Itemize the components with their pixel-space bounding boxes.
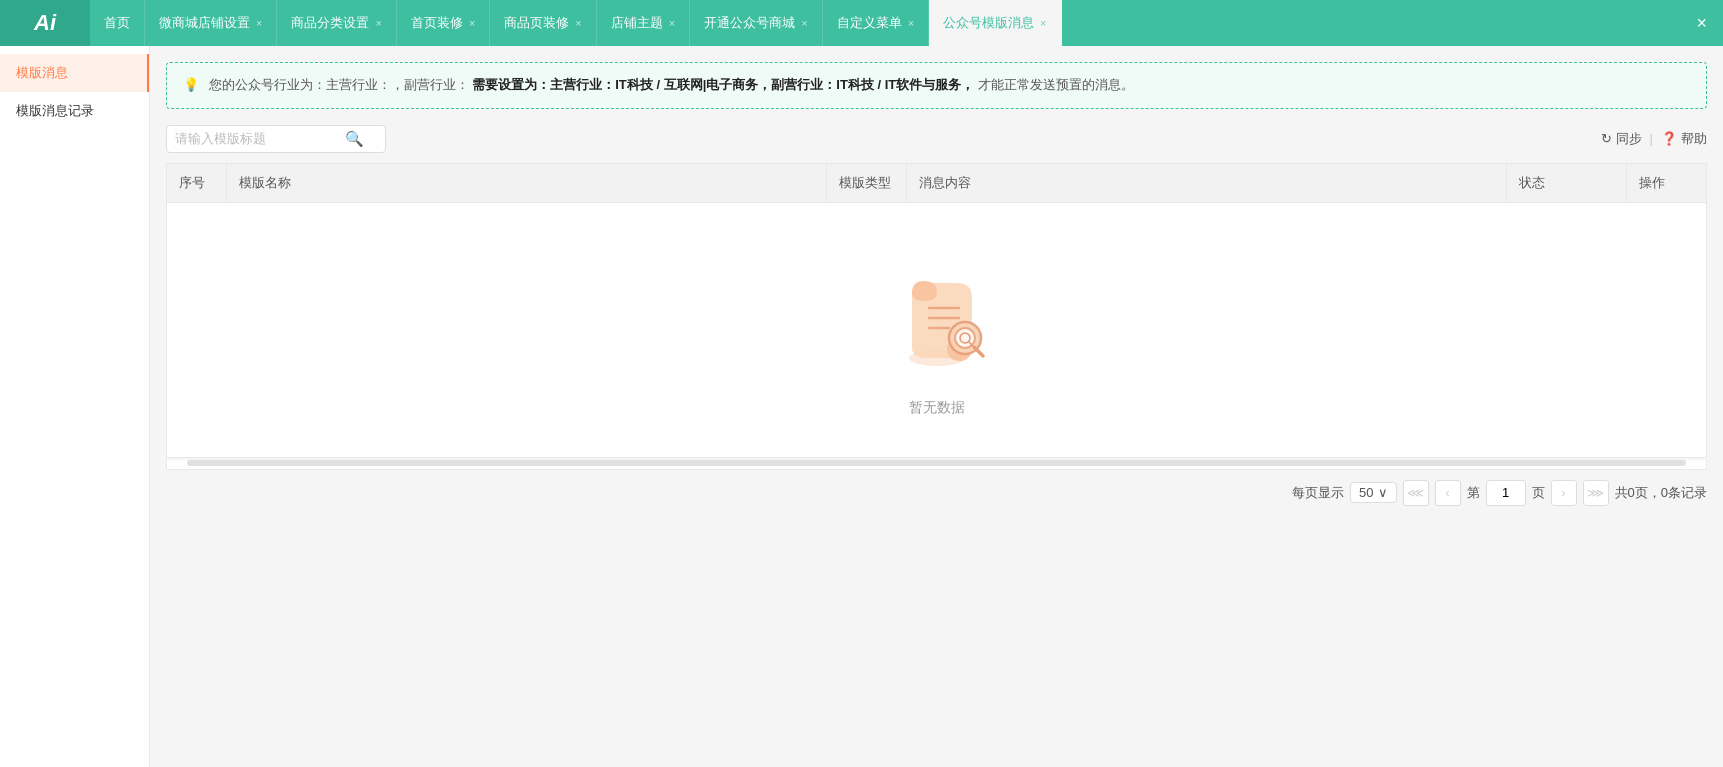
nav-tab-label: 商品页装修 [504, 14, 569, 32]
table-header-content: 消息内容 [907, 163, 1507, 202]
search-input[interactable] [175, 131, 345, 146]
nav-tab-store-settings[interactable]: 微商城店铺设置 × [145, 0, 277, 46]
close-all-button[interactable]: × [1680, 0, 1723, 46]
app-logo: Ai [0, 0, 90, 46]
info-highlight: 需要设置为：主营行业：IT科技 / 互联网|电子商务，副营行业：IT科技 / I… [472, 77, 974, 92]
nav-tab-label: 开通公众号商城 [704, 14, 795, 32]
page-size-select[interactable]: 50 ∨ [1350, 482, 1396, 503]
page-unit-label: 页 [1532, 484, 1545, 502]
empty-state: 暂无数据 [167, 203, 1706, 457]
empty-illustration [877, 263, 997, 383]
page-size-label: 每页显示 [1292, 484, 1344, 502]
page-size-value: 50 [1359, 485, 1373, 500]
nav-tab-label: 首页 [104, 14, 130, 32]
page-number-input[interactable] [1486, 480, 1526, 506]
sidebar-item-template-message[interactable]: 模版消息 [0, 54, 149, 92]
nav-tab-product-decoration[interactable]: 商品页装修 × [490, 0, 596, 46]
nav-tab-open-mall[interactable]: 开通公众号商城 × [690, 0, 822, 46]
nav-tab-close[interactable]: × [256, 17, 262, 29]
empty-row: 暂无数据 [167, 202, 1707, 457]
sidebar-item-template-message-log[interactable]: 模版消息记录 [0, 92, 149, 130]
chevron-down-icon: ∨ [1378, 485, 1388, 500]
table-header-status: 状态 [1507, 163, 1627, 202]
search-icon[interactable]: 🔍 [345, 130, 364, 148]
page-di-label: 第 [1467, 484, 1480, 502]
bulb-icon: 💡 [183, 77, 199, 92]
nav-tab-category-settings[interactable]: 商品分类设置 × [277, 0, 396, 46]
sync-icon: ↻ [1601, 131, 1612, 146]
sync-button[interactable]: ↻ 同步 [1601, 130, 1642, 148]
nav-tab-close[interactable]: × [669, 17, 675, 29]
last-page-button[interactable]: ⋙ [1583, 480, 1609, 506]
scrollbar-track [187, 460, 1686, 466]
search-box[interactable]: 🔍 [166, 125, 386, 153]
nav-tab-close[interactable]: × [575, 17, 581, 29]
table-header-type: 模版类型 [827, 163, 907, 202]
nav-tab-label: 首页装修 [411, 14, 463, 32]
nav-tab-store-theme[interactable]: 店铺主题 × [597, 0, 690, 46]
nav-tab-label: 自定义菜单 [837, 14, 902, 32]
table-header-row: 序号模版名称模版类型消息内容状态操作 [167, 163, 1707, 202]
nav-tab-label: 店铺主题 [611, 14, 663, 32]
pagination: 每页显示 50 ∨ ⋘ ‹ 第 页 › ⋙ 共0页，0条记录 [166, 470, 1707, 516]
info-suffix: 才能正常发送预置的消息。 [978, 77, 1134, 92]
table-body: 暂无数据 [167, 202, 1707, 457]
toolbar: 🔍 ↻ 同步 | ❓ 帮助 [166, 125, 1707, 153]
nav-tab-label: 微商城店铺设置 [159, 14, 250, 32]
scrollbar-area[interactable] [166, 460, 1707, 470]
sidebar: 模版消息模版消息记录 [0, 46, 150, 767]
help-icon: ❓ [1661, 131, 1677, 146]
help-button[interactable]: ❓ 帮助 [1661, 130, 1707, 148]
first-page-button[interactable]: ⋘ [1403, 480, 1429, 506]
nav-tab-close[interactable]: × [801, 17, 807, 29]
nav-tabs: 首页微商城店铺设置×商品分类设置×首页装修×商品页装修×店铺主题×开通公众号商城… [90, 0, 1680, 46]
top-nav: Ai 首页微商城店铺设置×商品分类设置×首页装修×商品页装修×店铺主题×开通公众… [0, 0, 1723, 46]
help-label: 帮助 [1681, 130, 1707, 148]
nav-tab-home-decoration[interactable]: 首页装修 × [397, 0, 490, 46]
nav-tab-close[interactable]: × [908, 17, 914, 29]
table-header: 序号模版名称模版类型消息内容状态操作 [167, 163, 1707, 202]
nav-tab-custom-menu[interactable]: 自定义菜单 × [823, 0, 929, 46]
info-banner: 💡 您的公众号行业为：主营行业：，副营行业： 需要设置为：主营行业：IT科技 /… [166, 62, 1707, 109]
nav-tab-home[interactable]: 首页 [90, 0, 145, 46]
divider: | [1650, 131, 1653, 146]
data-table: 序号模版名称模版类型消息内容状态操作 [166, 163, 1707, 458]
nav-tab-label: 公众号模版消息 [943, 14, 1034, 32]
info-prefix: 您的公众号行业为：主营行业：，副营行业： [209, 77, 469, 92]
empty-text: 暂无数据 [909, 399, 965, 417]
nav-tab-template-msg[interactable]: 公众号模版消息 × [929, 0, 1061, 46]
prev-page-button[interactable]: ‹ [1435, 480, 1461, 506]
pagination-summary: 共0页，0条记录 [1615, 484, 1707, 502]
table-header-action: 操作 [1627, 163, 1707, 202]
main-layout: 模版消息模版消息记录 💡 您的公众号行业为：主营行业：，副营行业： 需要设置为：… [0, 46, 1723, 767]
nav-tab-close[interactable]: × [1040, 17, 1046, 29]
table-header-name: 模版名称 [227, 163, 827, 202]
toolbar-right: ↻ 同步 | ❓ 帮助 [1601, 130, 1707, 148]
nav-tab-label: 商品分类设置 [291, 14, 369, 32]
table-header-index: 序号 [167, 163, 227, 202]
sync-label: 同步 [1616, 130, 1642, 148]
content-area: 💡 您的公众号行业为：主营行业：，副营行业： 需要设置为：主营行业：IT科技 /… [150, 46, 1723, 767]
next-page-button[interactable]: › [1551, 480, 1577, 506]
nav-tab-close[interactable]: × [375, 17, 381, 29]
nav-tab-close[interactable]: × [469, 17, 475, 29]
